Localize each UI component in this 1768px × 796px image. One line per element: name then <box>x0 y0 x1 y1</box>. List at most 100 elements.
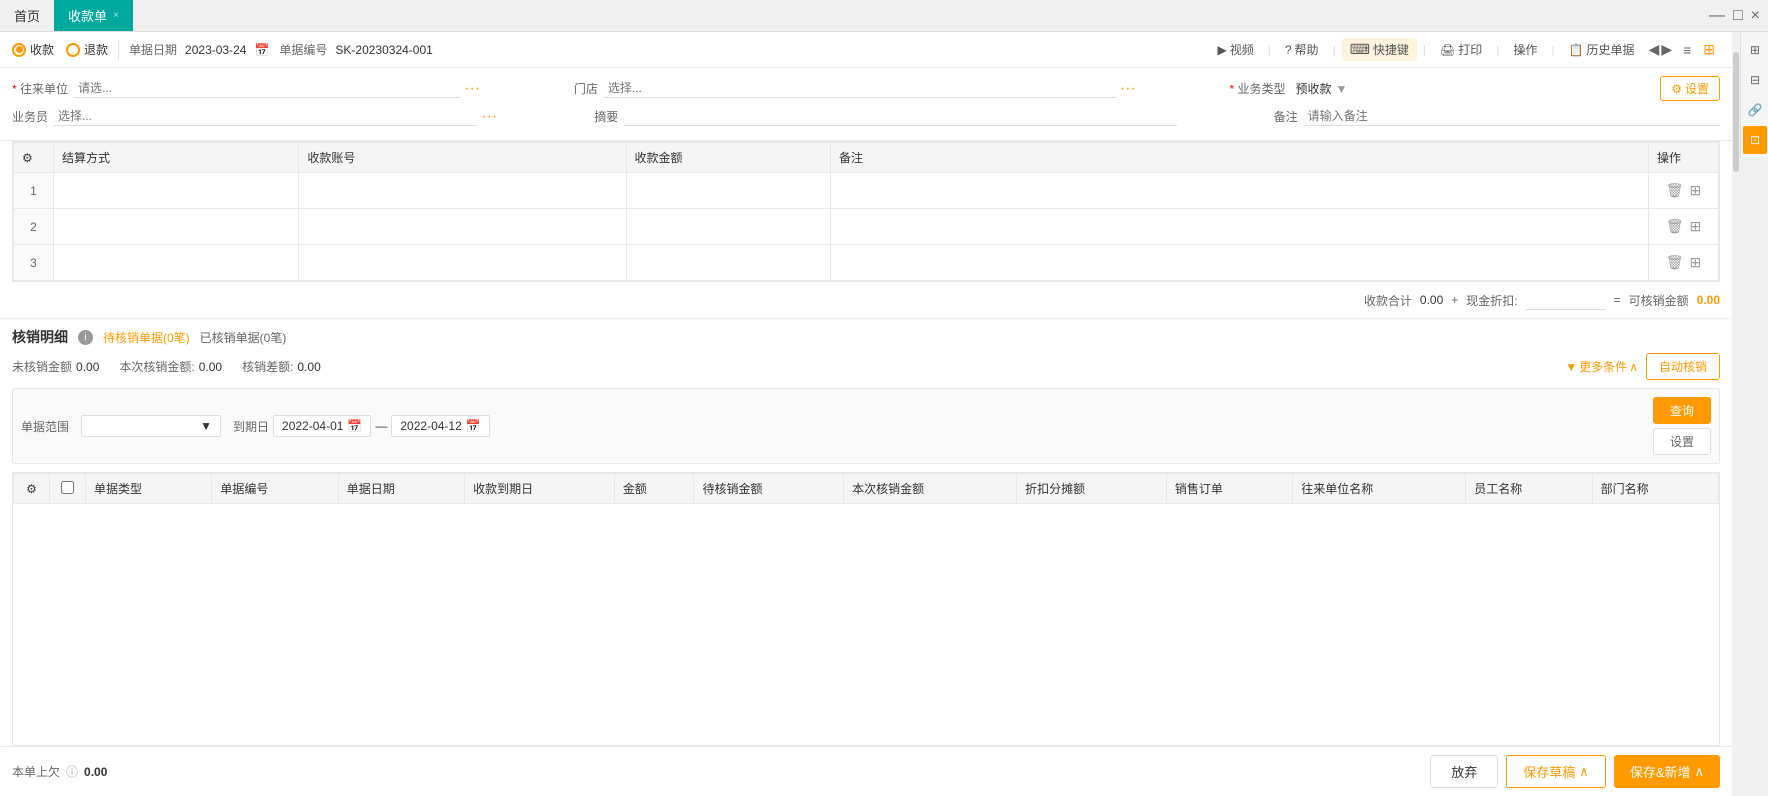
th-settlement: 结算方式 <box>54 143 299 173</box>
done-tab-link[interactable]: 已核销单据(0笔) <box>200 329 287 346</box>
equals-sign: = <box>1614 293 1621 307</box>
row-num-2: 2 <box>14 209 54 245</box>
sidebar-icon-link[interactable]: 🔗 <box>1743 96 1767 124</box>
query-btn[interactable]: 查询 <box>1653 397 1711 424</box>
view-grid-icon[interactable]: ⊞ <box>1698 39 1720 60</box>
business-type-select[interactable]: 预收款 ▼ <box>1291 80 1347 97</box>
remark-label: 备注 <box>1274 108 1298 125</box>
select-all-checkbox[interactable] <box>61 481 74 494</box>
shortcut-icon: ⌨ <box>1350 41 1370 58</box>
unverified-stat: 未核销金额 0.00 <box>12 358 99 375</box>
maximize-btn[interactable]: □ <box>1733 7 1743 25</box>
staff-field: 业务员 ··· <box>12 107 497 126</box>
sidebar-icon-list[interactable]: ⊟ <box>1743 66 1767 94</box>
verify-info-icon[interactable]: i <box>78 330 93 345</box>
doc-meta: 单据日期 2023-03-24 📅 <box>129 41 269 58</box>
row-1-amount[interactable] <box>626 173 830 209</box>
auto-verify-btn[interactable]: 自动核销 <box>1646 353 1720 380</box>
main-container: 收款 退款 单据日期 2023-03-24 📅 单据编号 SK-20230324… <box>0 32 1732 796</box>
row-3-delete-icon[interactable]: 🗑 <box>1666 254 1684 271</box>
table-settings-icon[interactable]: ⚙ <box>22 151 33 165</box>
dth-due-date: 收款到期日 <box>465 474 615 504</box>
counterparty-more-icon[interactable]: ··· <box>464 81 480 97</box>
staff-more-icon[interactable]: ··· <box>481 109 497 125</box>
nav-prev-icon[interactable]: ◀ <box>1649 41 1660 58</box>
print-btn[interactable]: 🖨 打印 <box>1432 38 1490 61</box>
store-more-icon[interactable]: ··· <box>1120 81 1136 97</box>
due-date-end-calendar-icon[interactable]: 📅 <box>466 419 481 433</box>
current-verify-label: 本次核销金额: <box>119 358 194 375</box>
form-settings-btn[interactable]: ⚙ 设置 <box>1660 76 1720 101</box>
scrollbar-thumb[interactable] <box>1733 52 1739 172</box>
detail-table: ⚙ 单据类型 单据编号 单据日期 收款到期日 金额 待核销金额 本次核销金额 折… <box>13 473 1719 504</box>
history-btn[interactable]: 📋 历史单据 <box>1561 38 1643 61</box>
store-input[interactable] <box>604 79 1116 98</box>
shortcut-btn[interactable]: ⌨ 快捷键 <box>1342 38 1417 61</box>
save-draft-label: 保存草稿 <box>1523 762 1575 781</box>
bottom-info-icon[interactable]: ⓘ <box>66 763 78 780</box>
scrollbar-track[interactable] <box>1732 32 1740 796</box>
verify-amount-value: 0.00 <box>1697 293 1720 307</box>
window-close-btn[interactable]: × <box>1751 7 1760 25</box>
due-date-start-input[interactable]: 2022-04-01 📅 <box>273 415 371 437</box>
row-3-settlement[interactable] <box>54 245 299 281</box>
minimize-btn[interactable]: — <box>1709 7 1725 25</box>
row-1-copy-icon[interactable]: ⊞ <box>1690 182 1702 199</box>
doc-date-calendar-icon[interactable]: 📅 <box>254 43 269 57</box>
save-draft-btn[interactable]: 保存草稿 ∧ <box>1506 755 1606 788</box>
row-3-account[interactable] <box>299 245 626 281</box>
more-conditions-btn[interactable]: ▼ 更多条件 ∧ <box>1565 358 1638 375</box>
row-1-settlement[interactable] <box>54 173 299 209</box>
save-draft-arrow-icon: ∧ <box>1579 764 1589 780</box>
radio-receive[interactable]: 收款 <box>12 41 54 58</box>
operation-btn[interactable]: 操作 <box>1505 38 1545 61</box>
abandon-btn[interactable]: 放弃 <box>1430 755 1498 788</box>
table-row: 2 🗑 ⊞ <box>14 209 1719 245</box>
due-date-start-calendar-icon[interactable]: 📅 <box>347 419 362 433</box>
filter-settings-btn[interactable]: 设置 <box>1653 428 1711 455</box>
discount-input[interactable] <box>1526 290 1606 310</box>
due-date-start-value: 2022-04-01 <box>282 419 343 433</box>
pending-tab-link[interactable]: 待核销单据(0笔) <box>103 329 190 346</box>
dth-check[interactable] <box>50 474 86 504</box>
row-3-copy-icon[interactable]: ⊞ <box>1690 254 1702 271</box>
row-2-delete-icon[interactable]: 🗑 <box>1666 218 1684 235</box>
row-2-settlement[interactable] <box>54 209 299 245</box>
remark-input[interactable] <box>1304 107 1720 126</box>
help-btn[interactable]: ? 帮助 <box>1277 38 1327 61</box>
doc-num-value: SK-20230324-001 <box>335 43 432 57</box>
tab-receipt[interactable]: 收款单 × <box>54 0 133 31</box>
dth-settings[interactable]: ⚙ <box>14 474 50 504</box>
view-list-icon[interactable]: ≡ <box>1678 40 1696 60</box>
video-icon: ▶ <box>1217 43 1226 57</box>
row-1-account[interactable] <box>299 173 626 209</box>
due-date-end-input[interactable]: 2022-04-12 📅 <box>391 415 489 437</box>
row-1-note[interactable] <box>831 173 1649 209</box>
counterparty-input[interactable] <box>74 79 460 98</box>
row-3-amount[interactable] <box>626 245 830 281</box>
sidebar-icon-table[interactable]: ⊞ <box>1743 36 1767 64</box>
summary-input[interactable] <box>624 107 1176 126</box>
row-1-delete-icon[interactable]: 🗑 <box>1666 182 1684 199</box>
staff-input[interactable] <box>54 107 477 126</box>
nav-next-icon[interactable]: ▶ <box>1661 41 1672 58</box>
filter-row: 单据范围 ▼ 到期日 2022-04-01 📅 — 2022-04-12 📅 <box>12 388 1720 464</box>
row-2-copy-icon[interactable]: ⊞ <box>1690 218 1702 235</box>
row-2-account[interactable] <box>299 209 626 245</box>
save-new-btn[interactable]: 保存&新增 ∧ <box>1614 755 1720 788</box>
business-type-field: 业务类型 预收款 ▼ <box>1229 80 1604 97</box>
video-btn[interactable]: ▶ 视频 <box>1209 38 1261 61</box>
diff-value: 0.00 <box>297 360 320 374</box>
row-2-amount[interactable] <box>626 209 830 245</box>
shortcut-label: 快捷键 <box>1373 41 1409 58</box>
th-settings[interactable]: ⚙ <box>14 143 54 173</box>
row-2-note[interactable] <box>831 209 1649 245</box>
filter-range-select[interactable]: ▼ <box>81 415 221 437</box>
abandon-label: 放弃 <box>1451 765 1477 780</box>
sidebar-icon-expand[interactable]: ⊡ <box>1743 126 1767 154</box>
tab-close-icon[interactable]: × <box>113 10 119 21</box>
radio-refund[interactable]: 退款 <box>66 41 108 58</box>
row-3-note[interactable] <box>831 245 1649 281</box>
tab-home[interactable]: 首页 <box>0 0 54 31</box>
settings-gear-icon: ⚙ <box>1671 82 1682 96</box>
